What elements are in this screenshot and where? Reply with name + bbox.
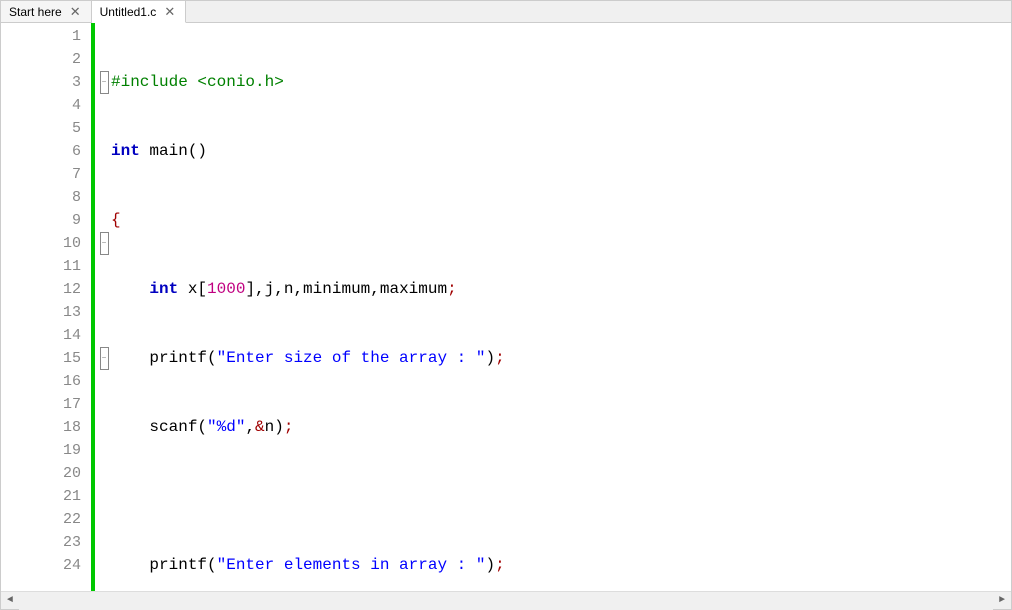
scroll-track[interactable] [19,592,993,610]
line-number: 16 [1,370,81,393]
line-number: 6 [1,140,81,163]
fold-cell: − [97,71,111,94]
fold-cell [97,48,111,71]
fold-toggle-icon[interactable]: − [100,232,109,255]
tab-start-here[interactable]: Start here ✕ [1,1,92,22]
line-number: 17 [1,393,81,416]
tab-label: Untitled1.c [100,5,157,19]
code-line: printf("Enter elements in array : "); [111,554,1011,577]
fold-cell [97,485,111,508]
fold-cell: − [97,347,111,370]
fold-cell [97,209,111,232]
fold-cell [97,416,111,439]
line-number: 8 [1,186,81,209]
fold-cell: − [97,232,111,255]
close-icon[interactable]: ✕ [68,4,83,20]
horizontal-scrollbar[interactable]: ◄ ► [1,591,1011,609]
scroll-left-button[interactable]: ◄ [1,592,19,610]
fold-cell [97,163,111,186]
line-number: 24 [1,554,81,577]
line-number: 15 [1,347,81,370]
line-number: 13 [1,301,81,324]
line-number: 1 [1,25,81,48]
line-number: 20 [1,462,81,485]
fold-cell [97,393,111,416]
line-number: 2 [1,48,81,71]
fold-toggle-icon[interactable]: − [100,71,109,94]
code-line: int main() [111,140,1011,163]
line-number: 11 [1,255,81,278]
fold-cell [97,324,111,347]
line-number: 12 [1,278,81,301]
code-line: { [111,209,1011,232]
fold-cell [97,94,111,117]
fold-cell [97,301,111,324]
code-line: int x[1000],j,n,minimum,maximum; [111,278,1011,301]
line-number-gutter: 123456789101112131415161718192021222324 [1,23,91,591]
fold-cell [97,186,111,209]
line-number: 5 [1,117,81,140]
line-number: 19 [1,439,81,462]
line-number: 14 [1,324,81,347]
line-number: 9 [1,209,81,232]
line-number: 10 [1,232,81,255]
fold-cell [97,278,111,301]
fold-cell [97,439,111,462]
code-line: scanf("%d",&n); [111,416,1011,439]
fold-cell [97,255,111,278]
code-line: printf("Enter size of the array : "); [111,347,1011,370]
line-number: 4 [1,94,81,117]
scroll-right-button[interactable]: ► [993,592,1011,610]
fold-cell [97,117,111,140]
editor-area[interactable]: 123456789101112131415161718192021222324 … [1,23,1011,591]
line-number: 23 [1,531,81,554]
line-number: 3 [1,71,81,94]
tab-bar: Start here ✕ Untitled1.c ✕ [1,1,1011,23]
change-indicator-bar [91,23,95,591]
fold-cell [97,462,111,485]
fold-cell [97,25,111,48]
tab-label: Start here [9,5,62,19]
fold-cell [97,508,111,531]
code-line: #include <conio.h> [111,71,1011,94]
line-number: 22 [1,508,81,531]
line-number: 21 [1,485,81,508]
fold-gutter: − − − [97,23,111,591]
close-icon[interactable]: ✕ [162,4,177,20]
code-line [111,485,1011,508]
line-number: 18 [1,416,81,439]
fold-cell [97,140,111,163]
code-editor[interactable]: #include <conio.h> int main() { int x[10… [111,23,1011,591]
fold-cell [97,554,111,577]
tab-untitled1[interactable]: Untitled1.c ✕ [92,1,187,23]
line-number: 7 [1,163,81,186]
fold-cell [97,531,111,554]
fold-toggle-icon[interactable]: − [100,347,109,370]
fold-cell [97,370,111,393]
